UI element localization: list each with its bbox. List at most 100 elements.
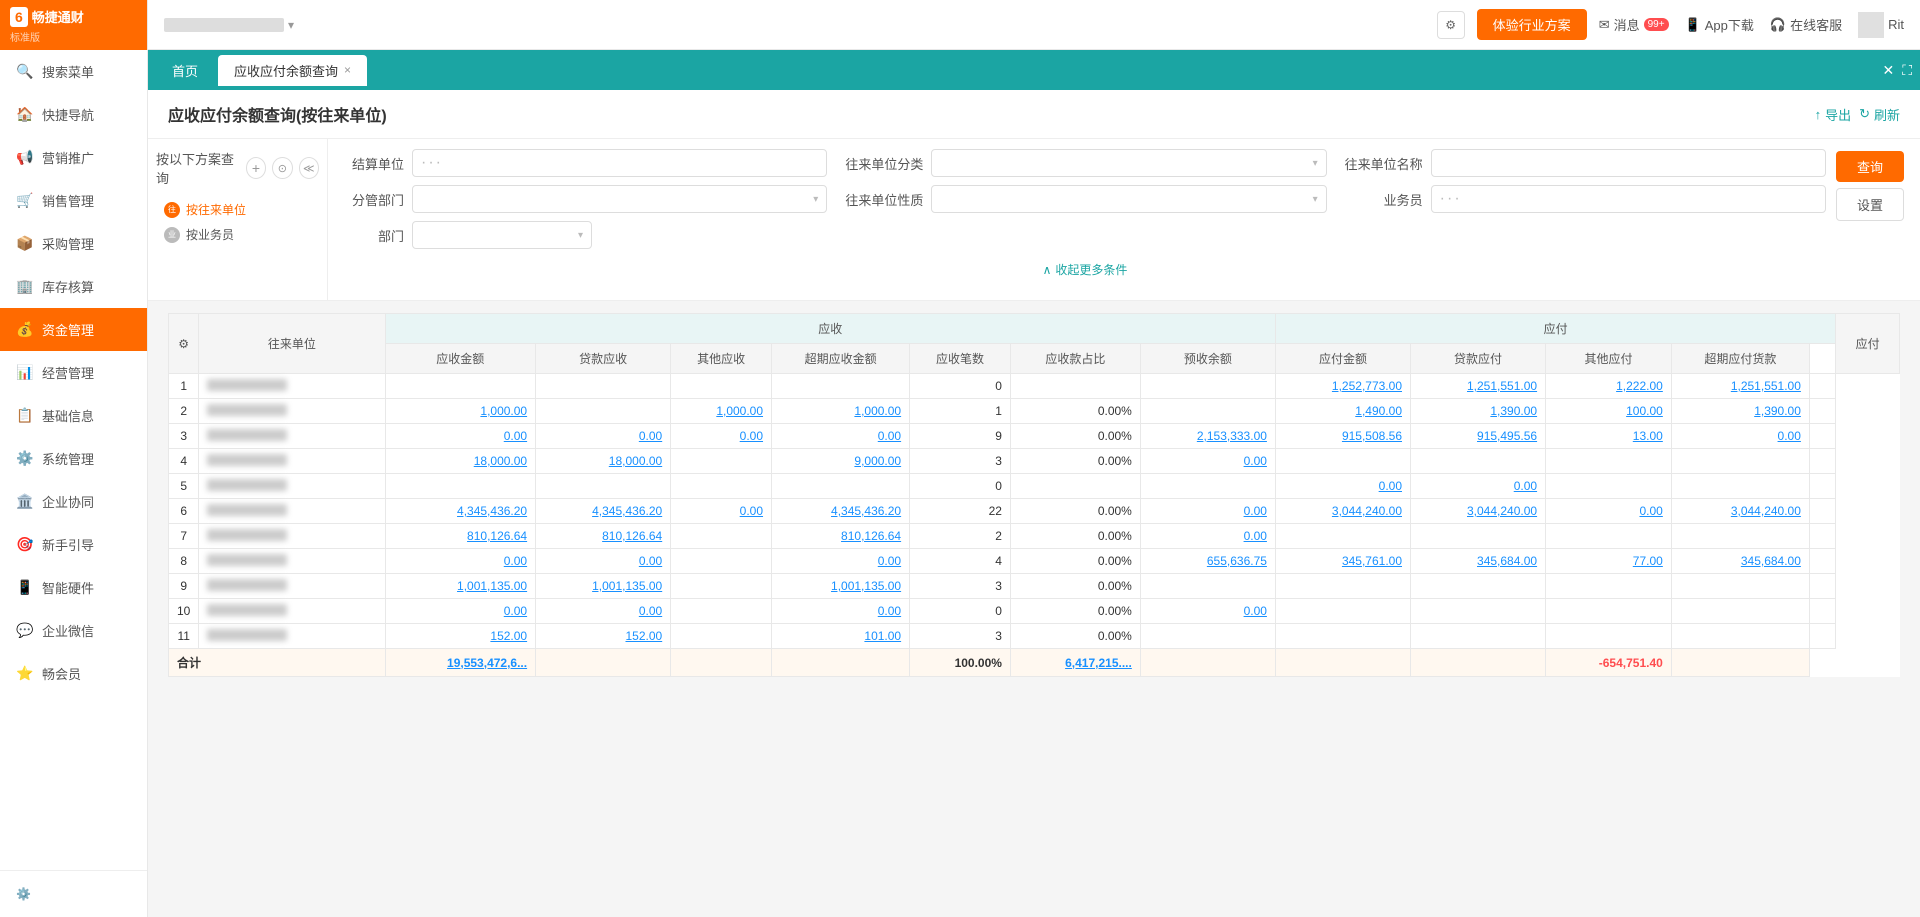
cell-pay_overdue[interactable]: 0.00 xyxy=(1671,424,1809,449)
sidebar-item-finance[interactable]: 💰 资金管理 xyxy=(0,308,147,351)
query-btn[interactable]: 查询 xyxy=(1836,151,1904,182)
industry-solution-btn[interactable]: 体验行业方案 xyxy=(1477,9,1587,40)
scheme-by-partner[interactable]: 往 按往来单位 xyxy=(156,197,319,222)
cell-rec_overdue[interactable]: 0.00 xyxy=(772,599,910,624)
sidebar-item-enterprise[interactable]: 🏛️ 企业协同 xyxy=(0,480,147,523)
cell-advance[interactable]: 0.00 xyxy=(1140,499,1275,524)
filter-expand-btn[interactable]: ≪ xyxy=(299,157,319,179)
cell-rec_overdue[interactable]: 810,126.64 xyxy=(772,524,910,549)
cell-advance[interactable]: 0.00 xyxy=(1140,449,1275,474)
tab-close-btn[interactable]: × xyxy=(344,63,351,77)
scheme-by-salesman[interactable]: 业 按业务员 xyxy=(156,222,319,247)
sidebar-item-management[interactable]: 📊 经营管理 xyxy=(0,351,147,394)
partner-nature-select[interactable]: ▾ xyxy=(931,185,1326,213)
sidebar-item-wechat[interactable]: 💬 企业微信 xyxy=(0,609,147,652)
message-btn[interactable]: ✉ 消息 99+ xyxy=(1599,15,1669,34)
cell-rec_loan[interactable]: 0.00 xyxy=(536,599,671,624)
cell-advance[interactable]: 0.00 xyxy=(1140,524,1275,549)
table-settings-col[interactable]: ⚙ xyxy=(169,314,199,374)
cell-rec_overdue[interactable]: 101.00 xyxy=(772,624,910,649)
tab-home[interactable]: 首页 xyxy=(156,55,214,86)
sidebar-item-nav[interactable]: 🏠 快捷导航 xyxy=(0,93,147,136)
settlement-unit-input[interactable]: ··· xyxy=(412,149,827,177)
cell-pay_loan[interactable]: 0.00 xyxy=(1411,474,1546,499)
refresh-btn[interactable]: ↻ 刷新 xyxy=(1859,105,1900,124)
partner-category-select[interactable]: ▾ xyxy=(931,149,1326,177)
cell-advance[interactable]: 0.00 xyxy=(1140,599,1275,624)
cell-rec_overdue[interactable]: 0.00 xyxy=(772,549,910,574)
cell-rec_other[interactable]: 1,000.00 xyxy=(671,399,772,424)
cell-pay_amount[interactable]: 1,252,773.00 xyxy=(1275,374,1410,399)
cell-rec_amount[interactable]: 152.00 xyxy=(385,624,536,649)
cell-rec_loan[interactable]: 4,345,436.20 xyxy=(536,499,671,524)
sidebar-item-hardware[interactable]: 📱 智能硬件 xyxy=(0,566,147,609)
cell-rec_loan[interactable]: 152.00 xyxy=(536,624,671,649)
cell-rec_overdue[interactable]: 9,000.00 xyxy=(772,449,910,474)
sidebar-item-guide[interactable]: 🎯 新手引导 xyxy=(0,523,147,566)
cell-pay_overdue[interactable]: 345,684.00 xyxy=(1671,549,1809,574)
close-window-icon[interactable]: ✕ xyxy=(1882,62,1894,79)
sidebar-item-search[interactable]: 🔍 搜索菜单 xyxy=(0,50,147,93)
filter-add-btn[interactable]: + xyxy=(246,157,266,179)
cell-rec_loan[interactable]: 0.00 xyxy=(536,424,671,449)
cell-pay_loan[interactable]: 345,684.00 xyxy=(1411,549,1546,574)
cell-rec_amount[interactable]: 1,000.00 xyxy=(385,399,536,424)
cell-advance[interactable]: 2,153,333.00 xyxy=(1140,424,1275,449)
user-avatar[interactable]: Rit xyxy=(1858,12,1904,38)
cell-rec_other[interactable]: 0.00 xyxy=(671,424,772,449)
cell-advance[interactable]: 655,636.75 xyxy=(1140,549,1275,574)
cell-pay_other[interactable]: 0.00 xyxy=(1546,499,1672,524)
cell-rec_overdue[interactable]: 1,000.00 xyxy=(772,399,910,424)
cell-pay_loan[interactable]: 915,495.56 xyxy=(1411,424,1546,449)
cell-pay_other[interactable]: 100.00 xyxy=(1546,399,1672,424)
filter-settings-btn[interactable]: 设置 xyxy=(1836,188,1904,221)
export-btn[interactable]: ↑ 导出 xyxy=(1815,105,1852,124)
sidebar-item-sales[interactable]: 🛒 销售管理 xyxy=(0,179,147,222)
cell-pay_loan[interactable]: 1,390.00 xyxy=(1411,399,1546,424)
cell-pay_overdue[interactable]: 1,251,551.00 xyxy=(1671,374,1809,399)
collapse-btn[interactable]: ∧ 收起更多条件 xyxy=(1039,257,1132,282)
sidebar-item-purchase[interactable]: 📦 采购管理 xyxy=(0,222,147,265)
dept-select[interactable]: ▾ xyxy=(412,221,592,249)
salesman-input[interactable]: ··· xyxy=(1431,185,1826,213)
cell-rec_amount[interactable]: 0.00 xyxy=(385,424,536,449)
sidebar-item-basic[interactable]: 📋 基础信息 xyxy=(0,394,147,437)
cell-pay_amount[interactable]: 915,508.56 xyxy=(1275,424,1410,449)
tab-current[interactable]: 应收应付余额查询 × xyxy=(218,55,367,86)
cell-rec_amount[interactable]: 4,345,436.20 xyxy=(385,499,536,524)
cell-pay_loan[interactable]: 1,251,551.00 xyxy=(1411,374,1546,399)
sidebar-item-marketing[interactable]: 📢 营销推广 xyxy=(0,136,147,179)
cell-pay_loan[interactable]: 3,044,240.00 xyxy=(1411,499,1546,524)
cell-pay_other[interactable]: 13.00 xyxy=(1546,424,1672,449)
sidebar-item-member[interactable]: ⭐ 畅会员 xyxy=(0,652,147,695)
cell-pay_other[interactable]: 1,222.00 xyxy=(1546,374,1672,399)
cell-rec_loan[interactable]: 18,000.00 xyxy=(536,449,671,474)
cell-rec_amount[interactable]: 18,000.00 xyxy=(385,449,536,474)
cell-rec_amount[interactable]: 1,001,135.00 xyxy=(385,574,536,599)
cell-pay_overdue[interactable]: 3,044,240.00 xyxy=(1671,499,1809,524)
cell-rec_overdue[interactable]: 1,001,135.00 xyxy=(772,574,910,599)
dept-manage-select[interactable]: ▾ xyxy=(412,185,827,213)
cell-rec_loan[interactable]: 1,001,135.00 xyxy=(536,574,671,599)
maximize-window-icon[interactable]: ⛶ xyxy=(1902,62,1912,79)
sidebar-item-inventory[interactable]: 🏢 库存核算 xyxy=(0,265,147,308)
cell-pay_amount[interactable]: 345,761.00 xyxy=(1275,549,1410,574)
cell-pay_amount[interactable]: 1,490.00 xyxy=(1275,399,1410,424)
filter-settings-small-btn[interactable]: ⊙ xyxy=(272,157,292,179)
cell-rec_loan[interactable]: 810,126.64 xyxy=(536,524,671,549)
app-download-btn[interactable]: 📱 App下载 xyxy=(1685,15,1754,34)
cell-pay_amount[interactable]: 0.00 xyxy=(1275,474,1410,499)
cell-pay_amount[interactable]: 3,044,240.00 xyxy=(1275,499,1410,524)
cell-rec_overdue[interactable]: 0.00 xyxy=(772,424,910,449)
cell-rec_amount[interactable]: 0.00 xyxy=(385,549,536,574)
cell-pay_other[interactable]: 77.00 xyxy=(1546,549,1672,574)
cell-rec_amount[interactable]: 810,126.64 xyxy=(385,524,536,549)
cell-rec_loan[interactable]: 0.00 xyxy=(536,549,671,574)
sidebar-bottom-settings[interactable]: ⚙️ xyxy=(0,879,147,909)
topbar-settings-btn[interactable]: ⚙ xyxy=(1437,11,1465,39)
cell-rec_overdue[interactable]: 4,345,436.20 xyxy=(772,499,910,524)
cell-pay_overdue[interactable]: 1,390.00 xyxy=(1671,399,1809,424)
cell-rec_amount[interactable]: 0.00 xyxy=(385,599,536,624)
online-service-btn[interactable]: 🎧 在线客服 xyxy=(1770,15,1842,34)
sidebar-item-system[interactable]: ⚙️ 系统管理 xyxy=(0,437,147,480)
